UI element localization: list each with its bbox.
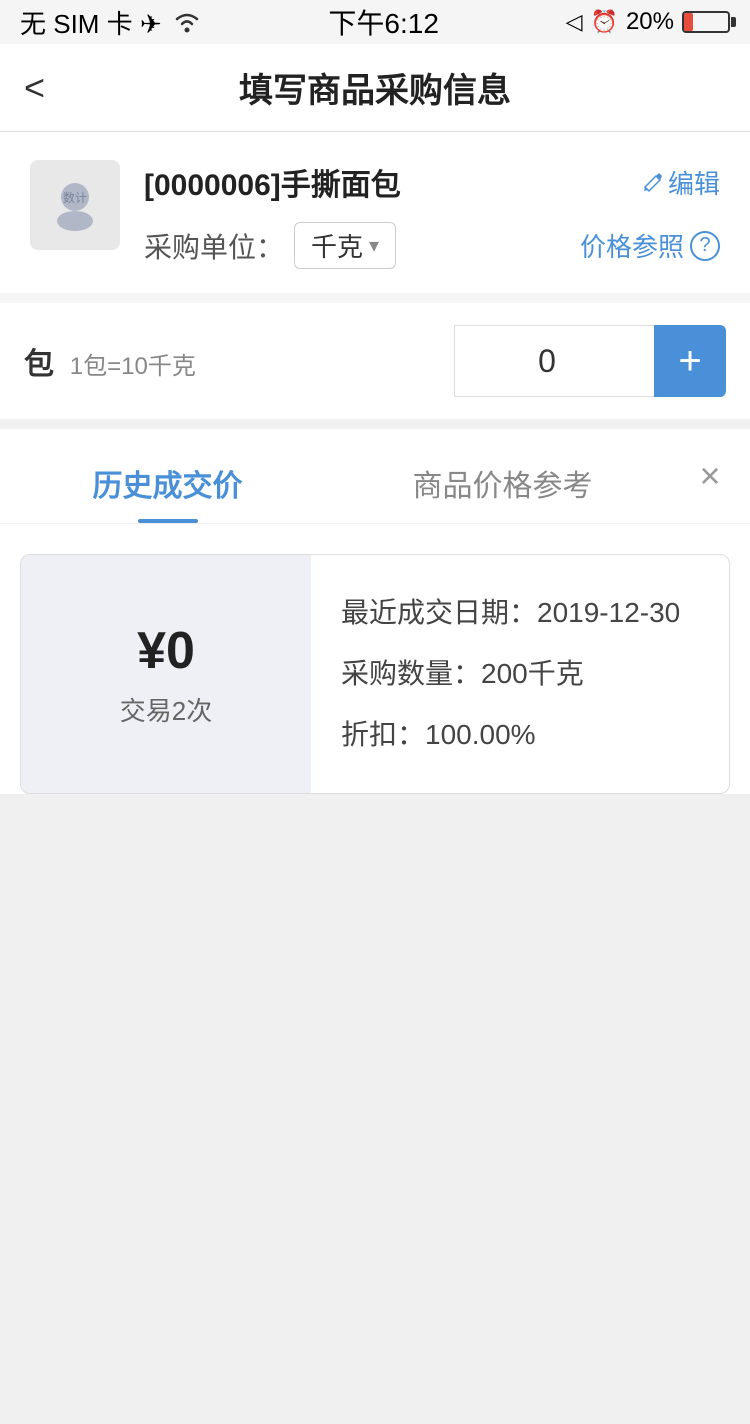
unit-value: 千克 — [311, 227, 363, 264]
price-reference-button[interactable]: 价格参照 ? — [580, 227, 720, 264]
product-card: 数计 [0000006]手撕面包 编辑 采购单位： 千克 ▾ — [0, 132, 750, 293]
transaction-price: ¥0 — [137, 621, 195, 681]
quantity-section: 包 1包=10千克 + — [0, 303, 750, 419]
edit-button[interactable]: 编辑 — [642, 164, 720, 201]
date-value: 2019-12-30 — [537, 597, 680, 628]
unit-left: 采购单位： 千克 ▾ — [144, 222, 396, 269]
transaction-count: 交易2次 — [120, 691, 212, 728]
transaction-date: 最近成交日期：2019-12-30 — [341, 591, 699, 636]
wifi-icon — [172, 11, 202, 33]
battery-icon — [682, 11, 730, 33]
tab-price-reference[interactable]: 商品价格参考 — [335, 439, 670, 523]
quantity-input-group: + — [454, 325, 726, 397]
discount-value: 100.00% — [425, 719, 536, 750]
edit-label[interactable]: 编辑 — [668, 164, 720, 201]
quantity-label: 包 1包=10千克 — [24, 339, 196, 383]
edit-icon — [642, 171, 664, 193]
tabs-close-button[interactable]: × — [670, 455, 750, 507]
help-icon: ? — [690, 231, 720, 261]
nav-bar: < 填写商品采购信息 — [0, 44, 750, 132]
status-right: ◁ ⏰ 20% — [566, 8, 730, 36]
transaction-quantity: 采购数量：200千克 — [341, 652, 699, 697]
battery-percent: 20% — [626, 8, 674, 36]
transaction-discount: 折扣：100.00% — [341, 713, 699, 758]
divider — [0, 293, 750, 303]
date-label: 最近成交日期： — [341, 597, 537, 628]
transaction-card: ¥0 交易2次 最近成交日期：2019-12-30 采购数量：200千克 折扣：… — [20, 554, 730, 794]
package-label: 包 — [24, 348, 54, 381]
unit-select[interactable]: 千克 ▾ — [294, 222, 396, 269]
back-button[interactable]: < — [24, 67, 45, 109]
price-ref-label: 价格参照 — [580, 227, 684, 264]
product-info: [0000006]手撕面包 编辑 采购单位： 千克 ▾ 价格参照 ? — [144, 160, 720, 269]
status-bar: 无 SIM 卡 ✈ 下午6:12 ◁ ⏰ 20% — [0, 0, 750, 44]
status-time: 下午6:12 — [328, 2, 439, 42]
content-area — [0, 824, 750, 1424]
product-image-icon: 数计 — [45, 175, 105, 235]
qty-value-text: 200千克 — [481, 658, 584, 689]
location-icon: ◁ — [566, 9, 583, 35]
unit-label: 采购单位： — [144, 226, 284, 266]
page-title: 填写商品采购信息 — [239, 63, 511, 112]
status-left: 无 SIM 卡 ✈ — [20, 4, 202, 41]
alarm-icon: ⏰ — [591, 9, 618, 35]
dropdown-arrow-icon: ▾ — [369, 233, 379, 258]
package-sub: 1包=10千克 — [70, 353, 196, 380]
quantity-input[interactable] — [454, 325, 654, 397]
product-thumbnail: 数计 — [30, 160, 120, 250]
transaction-right: 最近成交日期：2019-12-30 采购数量：200千克 折扣：100.00% — [311, 555, 729, 793]
transaction-left: ¥0 交易2次 — [21, 555, 311, 793]
tab-history-price[interactable]: 历史成交价 — [0, 439, 335, 523]
quantity-plus-button[interactable]: + — [654, 325, 726, 397]
sim-label: 无 SIM 卡 ✈ — [20, 4, 162, 41]
discount-label: 折扣： — [341, 719, 425, 750]
svg-text:数计: 数计 — [63, 190, 87, 205]
tabs-header: 历史成交价 商品价格参考 × — [0, 429, 750, 524]
product-name: [0000006]手撕面包 — [144, 160, 401, 204]
tabs-section: 历史成交价 商品价格参考 × ¥0 交易2次 最近成交日期：2019-12-30… — [0, 429, 750, 794]
qty-label-text: 采购数量： — [341, 658, 481, 689]
